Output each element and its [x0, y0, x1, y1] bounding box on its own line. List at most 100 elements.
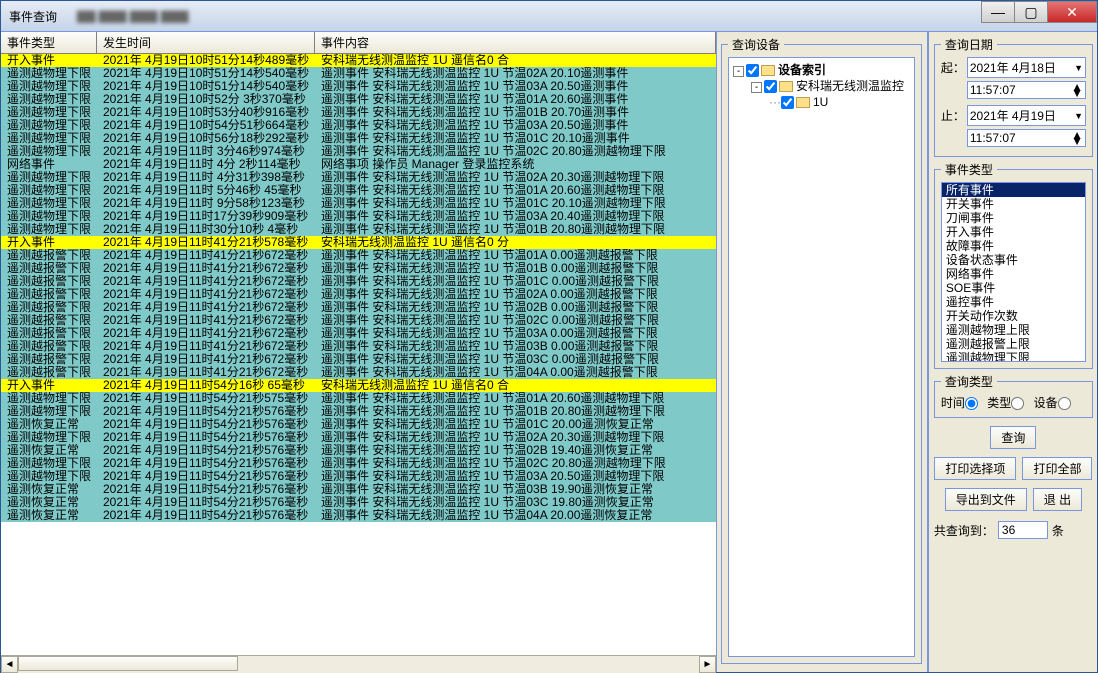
titlebar: 事件查询 ▇▇ ▇▇▇ ▇▇▇ ▇▇▇ — ▢ ✕ — [1, 1, 1097, 31]
table-row[interactable]: 遥测越物理下限2021年 4月19日10时54分51秒664毫秒遥测事件 安科瑞… — [1, 119, 716, 132]
close-button[interactable]: ✕ — [1047, 1, 1097, 23]
export-button[interactable]: 导出到文件 — [945, 488, 1027, 511]
col-time[interactable]: 发生时间 — [97, 32, 315, 53]
table-row[interactable]: 开入事件2021年 4月19日11时41分21秒578毫秒安科瑞无线测温监控 1… — [1, 236, 716, 249]
evtype-item[interactable]: 设备状态事件 — [942, 253, 1085, 267]
tree-child2-checkbox[interactable] — [781, 96, 794, 109]
event-table-body[interactable]: 开入事件2021年 4月19日10时51分14秒489毫秒安科瑞无线测温监控 1… — [1, 54, 716, 655]
event-type-group: 事件类型 所有事件开关事件刀闸事件开入事件故障事件设备状态事件网络事件SOE事件… — [934, 161, 1093, 369]
table-row[interactable]: 遥测越物理下限2021年 4月19日11时 9分58秒123毫秒遥测事件 安科瑞… — [1, 197, 716, 210]
table-row[interactable]: 遥测越报警下限2021年 4月19日11时41分21秒672毫秒遥测事件 安科瑞… — [1, 275, 716, 288]
scroll-thumb[interactable] — [18, 656, 238, 671]
evtype-item[interactable]: 遥测越物理下限 — [942, 351, 1085, 362]
folder-icon — [761, 65, 775, 76]
evtype-item[interactable]: 刀闸事件 — [942, 211, 1085, 225]
query-button[interactable]: 查询 — [990, 426, 1036, 449]
to-time-input[interactable]: 11:57:07▲▼ — [967, 129, 1086, 147]
print-selected-button[interactable]: 打印选择项 — [934, 457, 1016, 480]
evtype-item[interactable]: 遥控事件 — [942, 295, 1085, 309]
table-row[interactable]: 遥测越报警下限2021年 4月19日11时41分21秒672毫秒遥测事件 安科瑞… — [1, 340, 716, 353]
table-row[interactable]: 开入事件2021年 4月19日10时51分14秒489毫秒安科瑞无线测温监控 1… — [1, 54, 716, 67]
table-row[interactable]: 遥测恢复正常2021年 4月19日11时54分21秒576毫秒遥测事件 安科瑞无… — [1, 483, 716, 496]
tree-child1-checkbox[interactable] — [764, 80, 777, 93]
tree-child2-label: 1U — [813, 95, 828, 109]
table-row[interactable]: 遥测恢复正常2021年 4月19日11时54分21秒576毫秒遥测事件 安科瑞无… — [1, 418, 716, 431]
evtype-item[interactable]: 所有事件 — [942, 183, 1085, 197]
horizontal-scrollbar[interactable]: ◄ ► — [1, 655, 716, 672]
maximize-button[interactable]: ▢ — [1014, 1, 1048, 23]
to-label: 止： — [941, 107, 963, 124]
folder-icon — [779, 81, 793, 92]
table-row[interactable]: 遥测越物理下限2021年 4月19日10时52分 3秒370毫秒遥测事件 安科瑞… — [1, 93, 716, 106]
table-row[interactable]: 遥测越报警下限2021年 4月19日11时41分21秒672毫秒遥测事件 安科瑞… — [1, 314, 716, 327]
qtype-device-radio[interactable] — [1058, 397, 1071, 410]
folder-icon — [796, 97, 810, 108]
table-row[interactable]: 遥测越报警下限2021年 4月19日11时41分21秒672毫秒遥测事件 安科瑞… — [1, 249, 716, 262]
count-label: 共查询到： — [934, 522, 994, 539]
qtype-device-label: 设备 — [1034, 396, 1058, 410]
from-time-input[interactable]: 11:57:07▲▼ — [967, 81, 1086, 99]
scroll-left-icon[interactable]: ◄ — [1, 656, 18, 673]
table-row[interactable]: 遥测越物理下限2021年 4月19日11时17分39秒909毫秒遥测事件 安科瑞… — [1, 210, 716, 223]
tree-root-checkbox[interactable] — [746, 64, 759, 77]
table-row[interactable]: 遥测越物理下限2021年 4月19日11时54分21秒575毫秒遥测事件 安科瑞… — [1, 392, 716, 405]
table-row[interactable]: 遥测越物理下限2021年 4月19日11时54分21秒576毫秒遥测事件 安科瑞… — [1, 457, 716, 470]
exit-button[interactable]: 退 出 — [1033, 488, 1082, 511]
table-row[interactable]: 开入事件2021年 4月19日11时54分16秒 65毫秒安科瑞无线测温监控 1… — [1, 379, 716, 392]
evtype-item[interactable]: 遥测越物理上限 — [942, 323, 1085, 337]
query-type-group: 查询类型 时间 类型 设备 — [934, 373, 1093, 418]
table-row[interactable]: 遥测越报警下限2021年 4月19日11时41分21秒672毫秒遥测事件 安科瑞… — [1, 262, 716, 275]
qtype-type-label: 类型 — [987, 396, 1011, 410]
table-row[interactable]: 网络事件2021年 4月19日11时 4分 2秒114毫秒网络事项 操作员 Ma… — [1, 158, 716, 171]
to-date-input[interactable]: 2021年 4月19日▼ — [967, 105, 1086, 126]
event-type-list[interactable]: 所有事件开关事件刀闸事件开入事件故障事件设备状态事件网络事件SOE事件遥控事件开… — [941, 182, 1086, 362]
table-row[interactable]: 遥测越物理下限2021年 4月19日10时51分14秒540毫秒遥测事件 安科瑞… — [1, 80, 716, 93]
table-row[interactable]: 遥测越物理下限2021年 4月19日10时51分14秒540毫秒遥测事件 安科瑞… — [1, 67, 716, 80]
date-legend: 查询日期 — [941, 36, 997, 53]
table-row[interactable]: 遥测越物理下限2021年 4月19日11时54分21秒576毫秒遥测事件 安科瑞… — [1, 431, 716, 444]
col-content[interactable]: 事件内容 — [315, 32, 716, 53]
tree-root-label: 设备索引 — [778, 63, 826, 77]
count-unit: 条 — [1052, 522, 1064, 539]
date-group: 查询日期 起： 2021年 4月18日▼ 11:57:07▲▼ 止： 2021年… — [934, 36, 1093, 157]
table-row[interactable]: 遥测恢复正常2021年 4月19日11时54分21秒576毫秒遥测事件 安科瑞无… — [1, 444, 716, 457]
from-label: 起： — [941, 59, 963, 76]
tree-child1-label: 安科瑞无线测温监控 — [796, 79, 904, 93]
dropdown-icon[interactable]: ▼ — [1074, 63, 1083, 73]
evtype-item[interactable]: 开关动作次数 — [942, 309, 1085, 323]
table-row[interactable]: 遥测越报警下限2021年 4月19日11时41分21秒672毫秒遥测事件 安科瑞… — [1, 288, 716, 301]
col-event-type[interactable]: 事件类型 — [1, 32, 97, 53]
qtype-legend: 查询类型 — [941, 373, 997, 390]
evtype-item[interactable]: 开入事件 — [942, 225, 1085, 239]
table-row[interactable]: 遥测越报警下限2021年 4月19日11时41分21秒672毫秒遥测事件 安科瑞… — [1, 327, 716, 340]
qtype-type-radio[interactable] — [1011, 397, 1024, 410]
dropdown-icon[interactable]: ▼ — [1074, 111, 1083, 121]
table-row[interactable]: 遥测越物理下限2021年 4月19日11时54分21秒576毫秒遥测事件 安科瑞… — [1, 470, 716, 483]
minimize-button[interactable]: — — [981, 1, 1015, 23]
print-all-button[interactable]: 打印全部 — [1022, 457, 1092, 480]
blurred-toolbar: ▇▇ ▇▇▇ ▇▇▇ ▇▇▇ — [77, 9, 189, 23]
table-row[interactable]: 遥测越物理下限2021年 4月19日11时54分21秒576毫秒遥测事件 安科瑞… — [1, 405, 716, 418]
table-row[interactable]: 遥测越物理下限2021年 4月19日10时56分18秒292毫秒遥测事件 安科瑞… — [1, 132, 716, 145]
table-row[interactable]: 遥测越物理下限2021年 4月19日11时 3分46秒974毫秒遥测事件 安科瑞… — [1, 145, 716, 158]
table-row[interactable]: 遥测越报警下限2021年 4月19日11时41分21秒672毫秒遥测事件 安科瑞… — [1, 301, 716, 314]
scroll-right-icon[interactable]: ► — [699, 656, 716, 673]
device-tree-legend: 查询设备 — [728, 36, 784, 53]
table-row[interactable]: 遥测越报警下限2021年 4月19日11时41分21秒672毫秒遥测事件 安科瑞… — [1, 366, 716, 379]
table-row[interactable]: 遥测越报警下限2021年 4月19日11时41分21秒672毫秒遥测事件 安科瑞… — [1, 353, 716, 366]
device-tree[interactable]: -设备索引 -安科瑞无线测温监控 ···1U — [728, 57, 915, 657]
evtype-item[interactable]: SOE事件 — [942, 281, 1085, 295]
from-date-input[interactable]: 2021年 4月18日▼ — [967, 57, 1086, 78]
evtype-item[interactable]: 开关事件 — [942, 197, 1085, 211]
table-row[interactable]: 遥测恢复正常2021年 4月19日11时54分21秒576毫秒遥测事件 安科瑞无… — [1, 496, 716, 509]
table-row[interactable]: 遥测越物理下限2021年 4月19日10时53分40秒916毫秒遥测事件 安科瑞… — [1, 106, 716, 119]
table-row[interactable]: 遥测越物理下限2021年 4月19日11时 5分46秒 45毫秒遥测事件 安科瑞… — [1, 184, 716, 197]
table-row[interactable]: 遥测越物理下限2021年 4月19日11时 4分31秒398毫秒遥测事件 安科瑞… — [1, 171, 716, 184]
evtype-item[interactable]: 遥测越报警上限 — [942, 337, 1085, 351]
qtype-time-radio[interactable] — [965, 397, 978, 410]
qtype-time-label: 时间 — [941, 396, 965, 410]
table-row[interactable]: 遥测越物理下限2021年 4月19日11时30分10秒 4毫秒遥测事件 安科瑞无… — [1, 223, 716, 236]
table-row[interactable]: 遥测恢复正常2021年 4月19日11时54分21秒576毫秒遥测事件 安科瑞无… — [1, 509, 716, 522]
evtype-item[interactable]: 故障事件 — [942, 239, 1085, 253]
evtype-item[interactable]: 网络事件 — [942, 267, 1085, 281]
